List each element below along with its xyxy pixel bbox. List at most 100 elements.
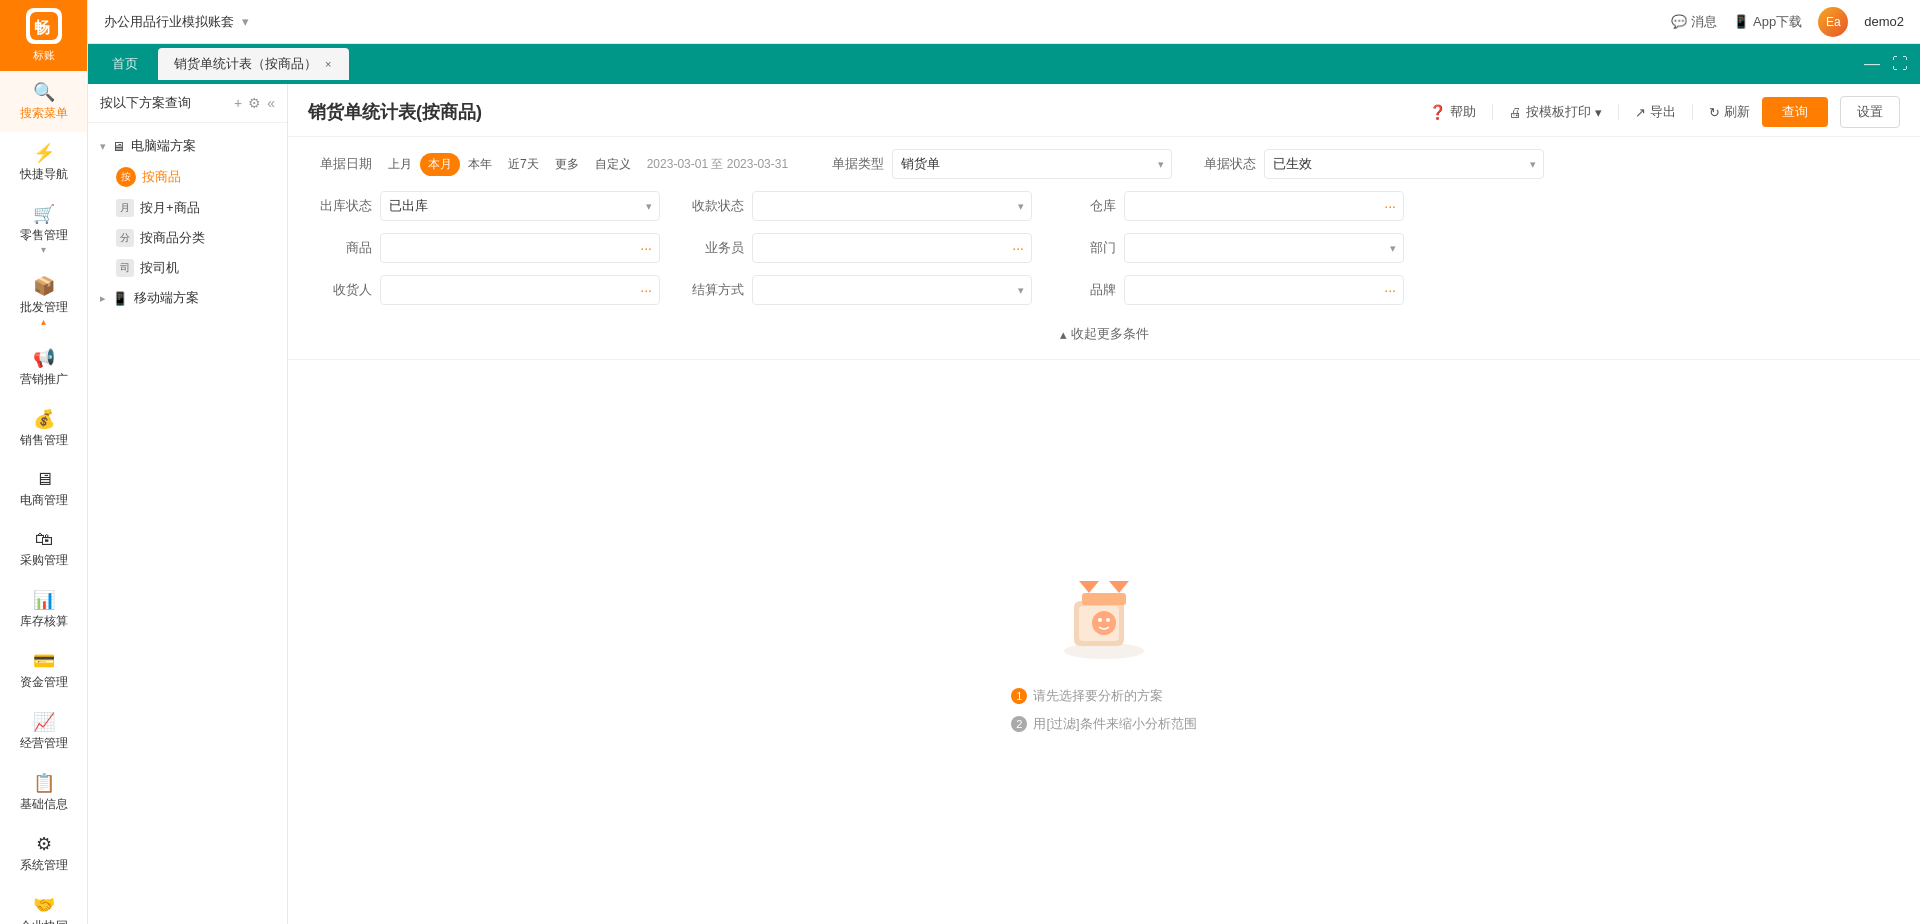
recipient-control: ···	[380, 275, 660, 305]
export-icon: ↗	[1635, 105, 1646, 120]
recipient-dots[interactable]: ···	[640, 282, 652, 298]
username-label: demo2	[1864, 14, 1904, 29]
tree-pc-section[interactable]: ▾ 🖥 电脑端方案	[88, 131, 287, 161]
salesman-dots[interactable]: ···	[1012, 240, 1024, 256]
sidebar-item-system[interactable]: ⚙ 系统管理	[0, 823, 87, 884]
sidebar-item-enterprise[interactable]: 🤝 企业协同	[0, 884, 87, 924]
goods-field[interactable]: ···	[380, 233, 660, 263]
add-scheme-btn[interactable]: +	[234, 95, 242, 111]
date-tab-more[interactable]: 更多	[547, 153, 587, 176]
page-actions: ❓ 帮助 🖨 按模板打印 ▾ ↗ 导出	[1429, 96, 1900, 128]
sidebar-purchase-label: 采购管理	[20, 552, 68, 569]
empty-hint-2: 2 用[过滤]条件来缩小分析范围	[1011, 715, 1196, 733]
template-print-btn[interactable]: 🖨 按模板打印 ▾	[1509, 103, 1602, 121]
settings-btn[interactable]: 设置	[1840, 96, 1900, 128]
tree-item-by-goods[interactable]: 按 按商品	[112, 161, 287, 193]
sidebar-item-search[interactable]: 🔍 搜索菜单	[0, 71, 87, 132]
industry-dropdown-icon[interactable]: ▾	[242, 14, 249, 29]
basic-icon: 📋	[33, 772, 55, 794]
tree-item-goods-cat[interactable]: 分 按商品分类	[112, 223, 287, 253]
salesman-field[interactable]: ···	[752, 233, 1032, 263]
tab-sales-stat[interactable]: 销货单统计表（按商品） ×	[158, 48, 349, 80]
doc-status-arrow: ▾	[1530, 158, 1536, 171]
sidebar-item-quicknav[interactable]: ⚡ 快捷导航	[0, 132, 87, 193]
tree-mobile-section[interactable]: ▸ 📱 移动端方案	[88, 283, 287, 313]
retail-arrow: ▾	[41, 244, 46, 255]
tab-home-label: 首页	[112, 55, 138, 73]
logo-icon: 畅	[26, 8, 62, 44]
filter-row-3: 商品 ··· 业务员 ··· 部门	[308, 233, 1900, 263]
department-label: 部门	[1052, 239, 1124, 257]
message-btn[interactable]: 💬 消息	[1671, 13, 1717, 31]
sidebar-item-finance[interactable]: 💳 资金管理	[0, 640, 87, 701]
month-goods-icon: 月	[116, 199, 134, 217]
main-area: 办公用品行业模拟账套 ▾ 💬 消息 📱 App下载 Ea demo2 首页 销货…	[88, 0, 1920, 924]
hint-text-2: 用[过滤]条件来缩小分析范围	[1033, 715, 1196, 733]
tree-item-month-goods[interactable]: 月 按月+商品	[112, 193, 287, 223]
settle-field[interactable]: ▾	[752, 275, 1032, 305]
settings-scheme-btn[interactable]: ⚙	[248, 95, 261, 111]
content-wrapper: 按以下方案查询 + ⚙ « ▾ 🖥 电脑端方案 按 按商品	[88, 84, 1920, 924]
doc-type-field[interactable]: 销货单 ▾	[892, 149, 1172, 179]
out-status-label: 出库状态	[308, 197, 380, 215]
sidebar-item-sales[interactable]: 💰 销售管理	[0, 398, 87, 459]
date-tab-thisyear[interactable]: 本年	[460, 153, 500, 176]
date-tab-custom[interactable]: 自定义	[587, 153, 639, 176]
mobile-section-label: 移动端方案	[134, 289, 199, 307]
warehouse-label: 仓库	[1052, 197, 1124, 215]
sidebar-retail-label: 零售管理	[20, 227, 68, 244]
tab-maximize-btn[interactable]: ⛶	[1888, 51, 1912, 77]
warehouse-dots[interactable]: ···	[1384, 198, 1396, 214]
help-btn[interactable]: ❓ 帮助	[1429, 103, 1476, 121]
sidebar-item-purchase[interactable]: 🛍 采购管理	[0, 519, 87, 579]
date-tab-thismonth[interactable]: 本月	[420, 153, 460, 176]
export-btn[interactable]: ↗ 导出	[1635, 103, 1676, 121]
empty-illustration	[1044, 551, 1164, 671]
receipt-status-label: 收款状态	[680, 197, 752, 215]
top-header: 办公用品行业模拟账套 ▾ 💬 消息 📱 App下载 Ea demo2	[88, 0, 1920, 44]
goods-dots[interactable]: ···	[640, 240, 652, 256]
brand-field[interactable]: ···	[1124, 275, 1404, 305]
sidebar-item-wholesale[interactable]: 📦 批发管理 ▴	[0, 265, 87, 337]
message-label: 消息	[1691, 13, 1717, 31]
tab-minimize-btn[interactable]: —	[1860, 51, 1884, 77]
by-goods-label: 按商品	[142, 168, 181, 186]
sidebar-ecommerce-label: 电商管理	[20, 492, 68, 509]
warehouse-field[interactable]: ···	[1124, 191, 1404, 221]
user-avatar[interactable]: Ea	[1818, 7, 1848, 37]
left-panel: 按以下方案查询 + ⚙ « ▾ 🖥 电脑端方案 按 按商品	[88, 84, 288, 924]
tab-sales-stat-close[interactable]: ×	[323, 58, 333, 70]
sidebar-item-ecommerce[interactable]: 🖥 电商管理	[0, 459, 87, 519]
tree-item-by-cashier[interactable]: 司 按司机	[112, 253, 287, 283]
doc-type-label: 单据类型	[820, 155, 892, 173]
hint-num-1: 1	[1011, 688, 1027, 704]
brand-dots[interactable]: ···	[1384, 282, 1396, 298]
recipient-field[interactable]: ···	[380, 275, 660, 305]
collapse-filters-btn[interactable]: ▴ 收起更多条件	[308, 317, 1900, 347]
app-download-btn[interactable]: 📱 App下载	[1733, 13, 1802, 31]
collapse-panel-btn[interactable]: «	[267, 95, 275, 111]
retail-icon: 🛒	[33, 203, 55, 225]
svg-point-7	[1106, 618, 1110, 622]
department-field[interactable]: ▾	[1124, 233, 1404, 263]
doc-status-field[interactable]: 已生效 ▾	[1264, 149, 1544, 179]
query-btn[interactable]: 查询	[1762, 97, 1828, 127]
sidebar-item-marketing[interactable]: 📢 营销推广	[0, 337, 87, 398]
date-tab-7days[interactable]: 近7天	[500, 153, 547, 176]
out-status-field[interactable]: 已出库 ▾	[380, 191, 660, 221]
goods-cat-icon: 分	[116, 229, 134, 247]
sidebar-item-basic[interactable]: 📋 基础信息	[0, 762, 87, 823]
tab-home[interactable]: 首页	[96, 48, 154, 80]
refresh-btn[interactable]: ↻ 刷新	[1709, 103, 1750, 121]
filter-row-4: 收货人 ··· 结算方式 ▾ 品牌	[308, 275, 1900, 305]
department-control: ▾	[1124, 233, 1404, 263]
sidebar-item-inventory[interactable]: 📊 库存核算	[0, 579, 87, 640]
date-tab-lastmonth[interactable]: 上月	[380, 153, 420, 176]
goods-label: 商品	[308, 239, 380, 257]
sidebar-item-operations[interactable]: 📈 经营管理	[0, 701, 87, 762]
receipt-status-field[interactable]: ▾	[752, 191, 1032, 221]
print-icon: 🖨	[1509, 105, 1522, 120]
refresh-icon: ↻	[1709, 105, 1720, 120]
sidebar-item-retail[interactable]: 🛒 零售管理 ▾	[0, 193, 87, 265]
doc-status-control: 已生效 ▾	[1264, 149, 1544, 179]
